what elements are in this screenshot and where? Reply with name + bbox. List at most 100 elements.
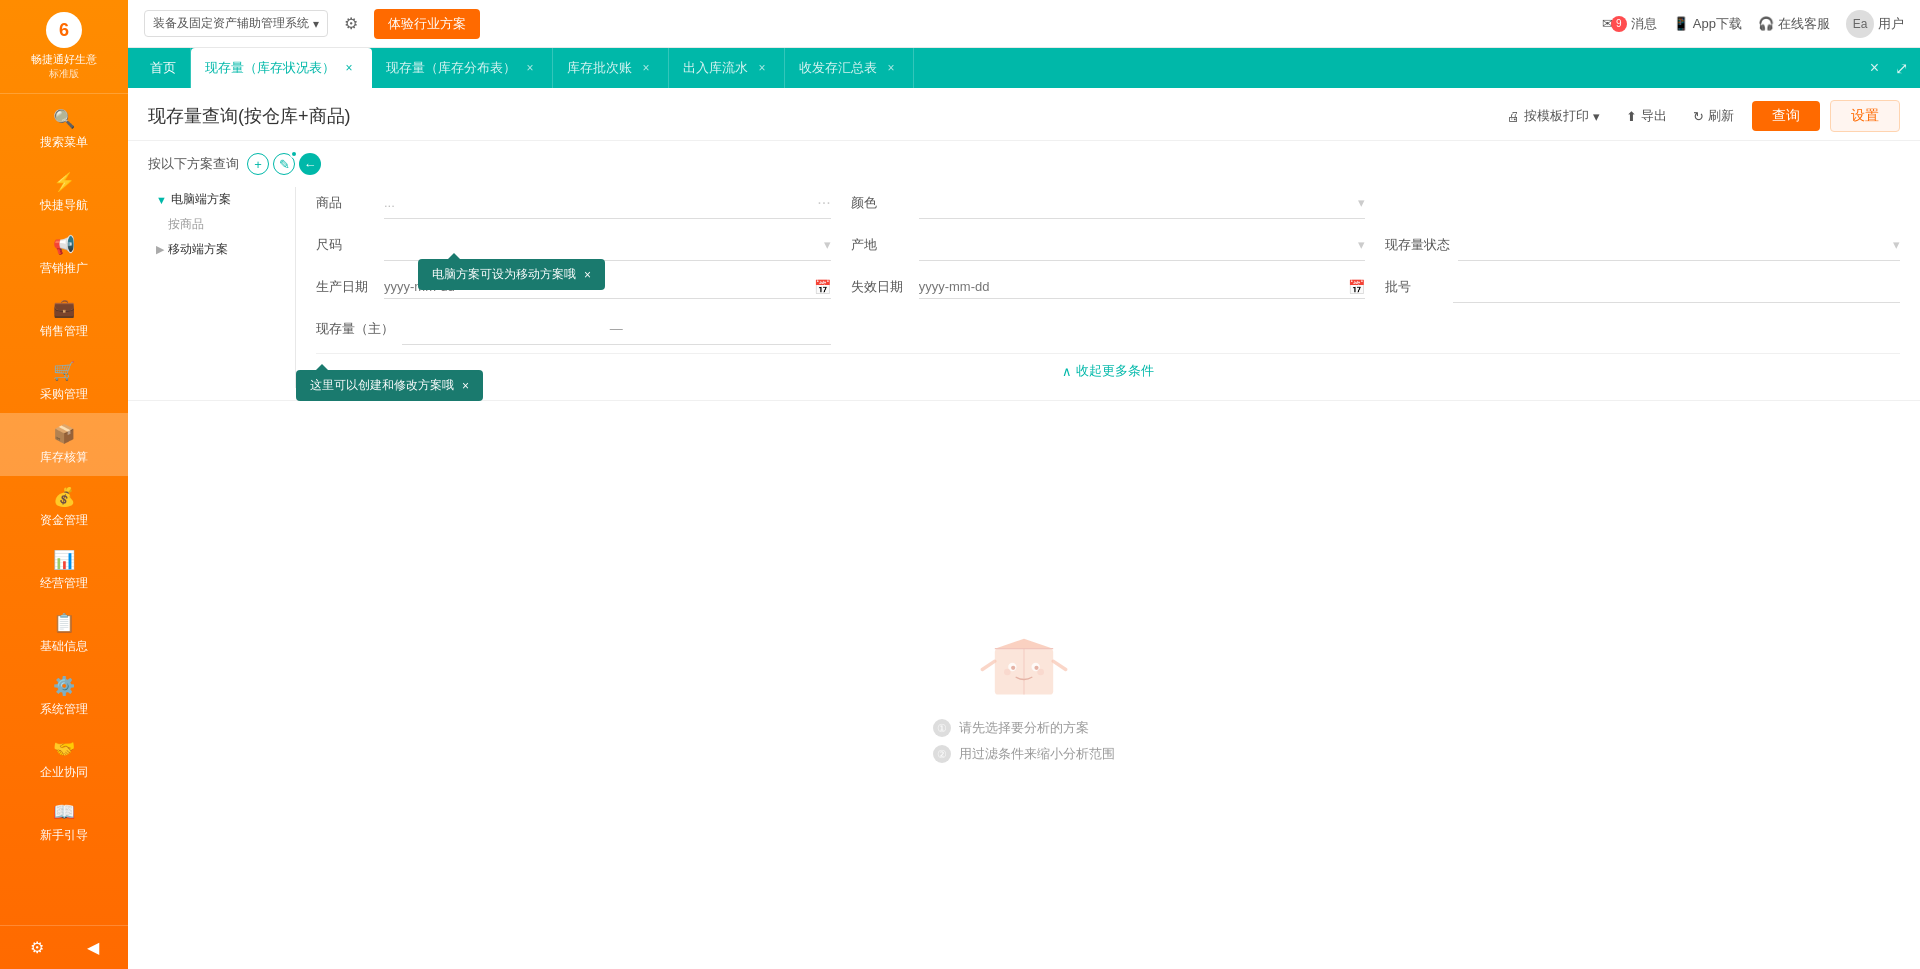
tab-close-receipt-summary[interactable]: × bbox=[883, 60, 899, 76]
enterprise-icon: 🤝 bbox=[53, 738, 75, 760]
tab-close-inventory-dist[interactable]: × bbox=[522, 60, 538, 76]
input-batch[interactable] bbox=[1453, 275, 1900, 298]
tab-bar-actions: × ⤢ bbox=[1866, 55, 1912, 82]
label-color: 颜色 bbox=[851, 194, 911, 212]
reset-button[interactable]: 设置 bbox=[1830, 100, 1900, 132]
sidebar-nav: 🔍 搜索菜单 ⚡ 快捷导航 📢 营销推广 💼 销售管理 🛒 采购管理 📦 库存核… bbox=[0, 98, 128, 925]
guide-icon: 📖 bbox=[53, 801, 75, 823]
notification-badge: 9 bbox=[1611, 16, 1627, 32]
tab-close-all-btn[interactable]: × bbox=[1866, 55, 1883, 81]
marketing-icon: 📢 bbox=[53, 234, 75, 256]
tab-close-batch-account[interactable]: × bbox=[638, 60, 654, 76]
export-label: 导出 bbox=[1641, 107, 1667, 125]
experience-button[interactable]: 体验行业方案 bbox=[374, 9, 480, 39]
online-support-label: 在线客服 bbox=[1778, 15, 1830, 33]
scheme-item-mobile-label: 移动端方案 bbox=[168, 241, 228, 258]
calendar-icon-expire[interactable]: 📅 bbox=[1348, 279, 1365, 295]
tab-in-out-flow[interactable]: 出入库流水 × bbox=[669, 48, 785, 88]
expand-icon-mobile: ▶ bbox=[156, 243, 164, 256]
input-goods[interactable] bbox=[384, 191, 817, 214]
scheme-tooltip-close[interactable]: × bbox=[584, 268, 591, 282]
input-stock-status[interactable] bbox=[1458, 233, 1893, 256]
svg-point-5 bbox=[1011, 666, 1015, 670]
input-origin[interactable] bbox=[919, 233, 1359, 256]
sidebar-item-operations[interactable]: 📊 经营管理 bbox=[0, 539, 128, 602]
query-button[interactable]: 查询 bbox=[1752, 101, 1820, 131]
expire-date-start-input[interactable] bbox=[919, 275, 1349, 298]
export-btn[interactable]: ⬆ 导出 bbox=[1618, 103, 1675, 129]
tab-close-in-out-flow[interactable]: × bbox=[754, 60, 770, 76]
sidebar-item-label-search: 搜索菜单 bbox=[40, 134, 88, 151]
user-menu[interactable]: Ea 用户 bbox=[1846, 10, 1904, 38]
sidebar-item-system[interactable]: ⚙️ 系统管理 bbox=[0, 665, 128, 728]
sidebar-item-search[interactable]: 🔍 搜索菜单 bbox=[0, 98, 128, 161]
label-stock-status: 现存量状态 bbox=[1385, 236, 1450, 254]
calendar-icon-prod-start[interactable]: 📅 bbox=[814, 279, 831, 295]
print-label: 按模板打印 bbox=[1524, 107, 1589, 125]
collapse-sidebar-btn[interactable]: ◀ bbox=[83, 934, 103, 961]
sidebar-item-basic[interactable]: 📋 基础信息 bbox=[0, 602, 128, 665]
tab-maximize-btn[interactable]: ⤢ bbox=[1891, 55, 1912, 82]
empty-state-text: ① 请先选择要分析的方案 ② 用过滤条件来缩小分析范围 bbox=[933, 719, 1115, 763]
input-stock-qty-min[interactable] bbox=[402, 317, 606, 340]
sidebar-item-sales[interactable]: 💼 销售管理 bbox=[0, 287, 128, 350]
expire-date-range: 📅 bbox=[919, 275, 1366, 299]
logo-symbol: 6 bbox=[59, 20, 69, 41]
export-icon: ⬆ bbox=[1626, 109, 1637, 124]
tab-batch-account[interactable]: 库存批次账 × bbox=[553, 48, 669, 88]
edit-tooltip: 这里可以创建和修改方案哦 × bbox=[296, 370, 483, 401]
page-header-actions: 🖨 按模板打印 ▾ ⬆ 导出 ↻ 刷新 查询 设置 bbox=[1499, 100, 1900, 132]
basic-icon: 📋 bbox=[53, 612, 75, 634]
hint-num-2: ② bbox=[933, 745, 951, 763]
sidebar-item-label-guide: 新手引导 bbox=[40, 827, 88, 844]
notification-btn[interactable]: ✉ 9 消息 bbox=[1602, 15, 1657, 33]
settings-bottom-btn[interactable]: ⚙ bbox=[26, 934, 48, 961]
phone-icon: 📱 bbox=[1673, 16, 1689, 31]
tab-inventory-dist[interactable]: 现存量（库存分布表） × bbox=[372, 48, 553, 88]
tab-home[interactable]: 首页 bbox=[136, 48, 191, 88]
scheme-item-desktop[interactable]: ▼ 电脑端方案 bbox=[148, 187, 287, 212]
arrow-scheme-btn[interactable]: ← bbox=[299, 153, 321, 175]
sidebar-item-label-sales: 销售管理 bbox=[40, 323, 88, 340]
input-color[interactable] bbox=[919, 191, 1359, 214]
tab-receipt-summary-label: 收发存汇总表 bbox=[799, 59, 877, 77]
collapse-bar[interactable]: ∧ 收起更多条件 bbox=[316, 353, 1900, 388]
label-stock-qty: 现存量（主） bbox=[316, 320, 394, 338]
system-name-select[interactable]: 装备及固定资产辅助管理系统 ▾ bbox=[144, 10, 328, 37]
sidebar-item-label-operations: 经营管理 bbox=[40, 575, 88, 592]
refresh-btn[interactable]: ↻ 刷新 bbox=[1685, 103, 1742, 129]
settings-btn[interactable]: ⚙ bbox=[340, 10, 362, 37]
edit-scheme-btn[interactable]: ✎ bbox=[273, 153, 295, 175]
sidebar-item-label-system: 系统管理 bbox=[40, 701, 88, 718]
tab-close-inventory-status[interactable]: × bbox=[341, 60, 357, 76]
sidebar-item-marketing[interactable]: 📢 营销推广 bbox=[0, 224, 128, 287]
inventory-icon: 📦 bbox=[53, 423, 75, 445]
dropdown-icon-origin: ▾ bbox=[1358, 237, 1365, 252]
search-icon: 🔍 bbox=[53, 108, 75, 130]
label-size: 尺码 bbox=[316, 236, 376, 254]
tab-receipt-summary[interactable]: 收发存汇总表 × bbox=[785, 48, 914, 88]
edit-tooltip-close[interactable]: × bbox=[462, 379, 469, 393]
edit-icon: ✎ bbox=[279, 157, 290, 172]
operations-icon: 📊 bbox=[53, 549, 75, 571]
tab-inventory-status[interactable]: 现存量（库存状况表） × bbox=[191, 48, 372, 88]
app-download-btn[interactable]: 📱 App下载 bbox=[1673, 15, 1742, 33]
sidebar-item-purchase[interactable]: 🛒 采购管理 bbox=[0, 350, 128, 413]
sidebar-item-quick-nav[interactable]: ⚡ 快捷导航 bbox=[0, 161, 128, 224]
sidebar-bottom: ⚙ ◀ bbox=[0, 925, 128, 969]
online-support-btn[interactable]: 🎧 在线客服 bbox=[1758, 15, 1830, 33]
top-header: 装备及固定资产辅助管理系统 ▾ ⚙ 体验行业方案 ✉ 9 消息 📱 App下载 … bbox=[128, 0, 1920, 48]
sidebar-item-guide[interactable]: 📖 新手引导 bbox=[0, 791, 128, 854]
chevron-up-icon: ∧ bbox=[1062, 364, 1072, 379]
sidebar-item-label-marketing: 营销推广 bbox=[40, 260, 88, 277]
brand-name: 畅捷通好生意 bbox=[31, 52, 97, 67]
sidebar-item-finance[interactable]: 💰 资金管理 bbox=[0, 476, 128, 539]
sidebar-item-inventory[interactable]: 📦 库存核算 bbox=[0, 413, 128, 476]
print-btn[interactable]: 🖨 按模板打印 ▾ bbox=[1499, 103, 1608, 129]
sales-icon: 💼 bbox=[53, 297, 75, 319]
scheme-item-mobile[interactable]: ▶ 移动端方案 bbox=[148, 237, 287, 262]
sidebar-item-enterprise[interactable]: 🤝 企业协同 bbox=[0, 728, 128, 791]
add-scheme-btn[interactable]: + bbox=[247, 153, 269, 175]
filter-row-size: 尺码 ▾ bbox=[316, 229, 831, 261]
input-stock-qty-max[interactable] bbox=[627, 317, 831, 340]
